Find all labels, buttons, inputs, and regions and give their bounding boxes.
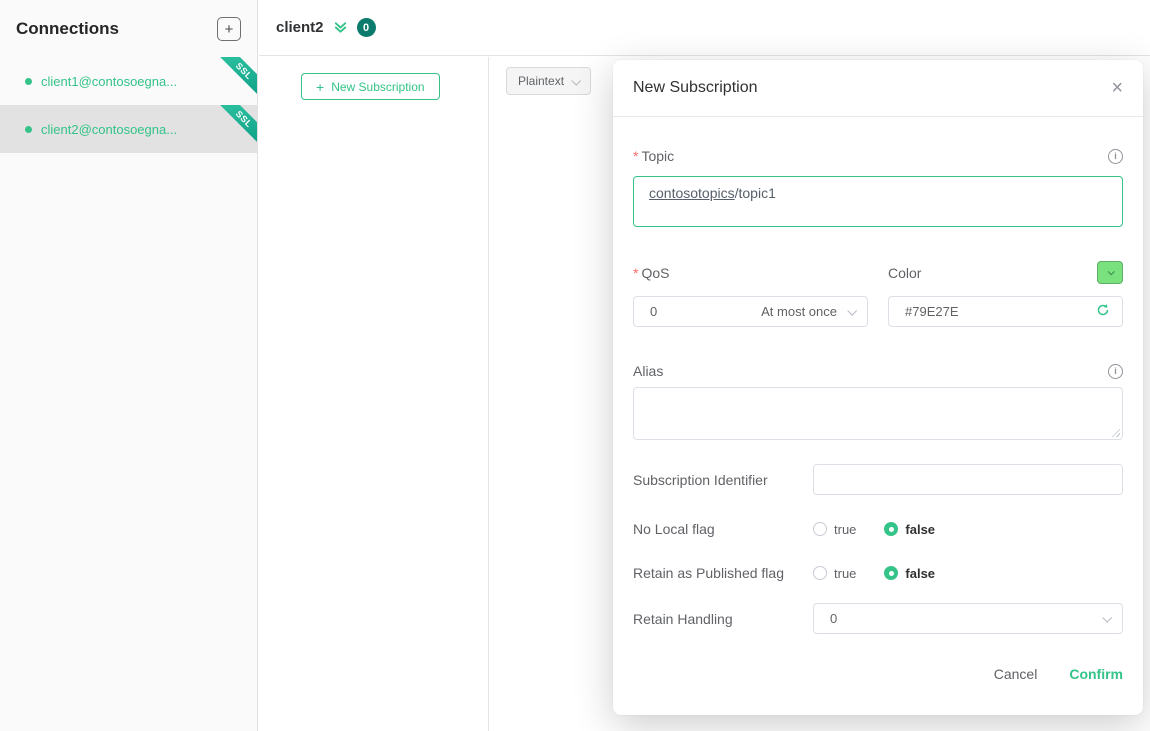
sidebar: Connections + client1@contosoegna... SSL… <box>0 0 258 731</box>
subscription-identifier-label: Subscription Identifier <box>633 471 768 488</box>
ssl-ribbon: SSL <box>217 105 257 146</box>
topic-input[interactable]: contosotopics/topic1 <box>633 176 1123 227</box>
color-value: #79E27E <box>905 304 959 319</box>
radio-label: true <box>834 521 857 537</box>
info-icon[interactable]: i <box>1108 148 1123 164</box>
subscription-identifier-row: Subscription Identifier <box>633 464 1123 495</box>
new-connection-button[interactable]: + <box>217 17 241 41</box>
chevron-down-icon <box>1102 612 1113 623</box>
retain-as-published-label: Retain as Published flag <box>633 565 784 581</box>
retain-handling-value: 0 <box>830 611 838 626</box>
chevron-down-icon <box>571 75 582 86</box>
topic-value-rest: /topic1 <box>734 185 776 201</box>
new-subscription-button[interactable]: + New Subscription <box>301 73 440 100</box>
topic-label-row: * Topic i <box>633 148 1123 164</box>
color-swatch[interactable] <box>1097 261 1123 284</box>
required-mark: * <box>633 148 639 164</box>
alias-label: Alias <box>633 363 664 379</box>
qos-select[interactable]: 0 At most once <box>633 296 868 327</box>
info-icon[interactable]: i <box>1108 363 1123 379</box>
ssl-ribbon: SSL <box>217 57 257 98</box>
refresh-icon[interactable] <box>1096 303 1110 320</box>
connection-label: client1@contosoegna... <box>41 73 178 89</box>
payload-format-label: Plaintext <box>518 74 565 88</box>
required-mark: * <box>633 264 639 281</box>
topic-label: * Topic <box>633 148 675 164</box>
alias-textarea-wrap <box>633 387 1123 440</box>
subscriptions-panel: + New Subscription <box>259 57 489 731</box>
retain-as-published-radio-group: true false <box>813 566 935 581</box>
no-local-radio-group: true false <box>813 522 935 537</box>
qos-value: 0 <box>650 304 658 319</box>
app-root: Connections + client1@contosoegna... SSL… <box>0 0 1150 731</box>
no-local-label: No Local flag <box>633 521 715 537</box>
double-chevron-down-icon[interactable] <box>333 20 348 35</box>
no-local-row: No Local flag true false <box>633 521 1123 537</box>
status-dot <box>25 77 32 85</box>
qos-value-description: At most once <box>761 304 837 319</box>
new-subscription-label: New Subscription <box>331 79 425 94</box>
retain-as-published-false-radio[interactable]: false <box>884 566 935 581</box>
alias-textarea[interactable] <box>633 387 1123 440</box>
retain-handling-row: Retain Handling 0 <box>633 603 1123 634</box>
color-column: Color #79E27E <box>888 261 1123 327</box>
qos-label: * QoS <box>633 264 670 281</box>
confirm-button[interactable]: Confirm <box>1069 666 1123 682</box>
payload-format-dropdown[interactable]: Plaintext <box>506 67 592 95</box>
retain-handling-label: Retain Handling <box>633 610 733 627</box>
alias-label-row: Alias i <box>633 363 1123 379</box>
chevron-down-icon <box>847 305 858 316</box>
plus-icon: + <box>316 78 325 95</box>
radio-checked-icon <box>884 566 899 580</box>
radio-label: true <box>834 565 857 581</box>
client-name: client2 <box>276 19 324 36</box>
retain-handling-select[interactable]: 0 <box>813 603 1123 634</box>
dialog-header: New Subscription × <box>613 60 1143 117</box>
no-local-true-radio[interactable]: true <box>813 522 856 537</box>
retain-as-published-true-radio[interactable]: true <box>813 566 856 581</box>
no-local-false-radio[interactable]: false <box>884 522 935 537</box>
status-dot <box>25 125 32 133</box>
radio-label: false <box>905 521 936 537</box>
close-icon[interactable]: × <box>1111 78 1123 98</box>
color-input[interactable]: #79E27E <box>888 296 1123 327</box>
subscription-count-badge: 0 <box>356 18 376 37</box>
retain-as-published-row: Retain as Published flag true false <box>633 565 1123 581</box>
connection-topbar: client2 0 <box>259 0 1150 56</box>
color-label: Color <box>888 264 922 281</box>
new-subscription-dialog: New Subscription × * Topic i contosotopic… <box>613 60 1143 715</box>
connections-title: Connections <box>16 19 119 38</box>
radio-icon <box>813 566 827 580</box>
connection-item-client1[interactable]: client1@contosoegna... SSL <box>0 57 257 105</box>
dialog-footer: Cancel Confirm <box>633 666 1123 682</box>
chevron-down-icon <box>1107 268 1115 276</box>
radio-label: false <box>905 565 936 581</box>
connection-item-client2[interactable]: client2@contosoegna... SSL <box>0 105 257 153</box>
subscription-identifier-input[interactable] <box>813 464 1123 495</box>
qos-column: * QoS 0 At most once <box>633 261 868 327</box>
radio-checked-icon <box>884 522 899 536</box>
connection-label: client2@contosoegna... <box>41 121 178 137</box>
sidebar-header: Connections + <box>0 0 257 57</box>
plus-icon: + <box>224 20 234 38</box>
radio-icon <box>813 522 827 536</box>
dialog-body: * Topic i contosotopics/topic1 * QoS 0 At … <box>613 148 1143 682</box>
topic-value-link: contosotopics <box>649 185 735 201</box>
cancel-button[interactable]: Cancel <box>994 666 1038 682</box>
dialog-title: New Subscription <box>633 79 758 96</box>
qos-color-row: * QoS 0 At most once Color #79E27E <box>633 261 1123 327</box>
